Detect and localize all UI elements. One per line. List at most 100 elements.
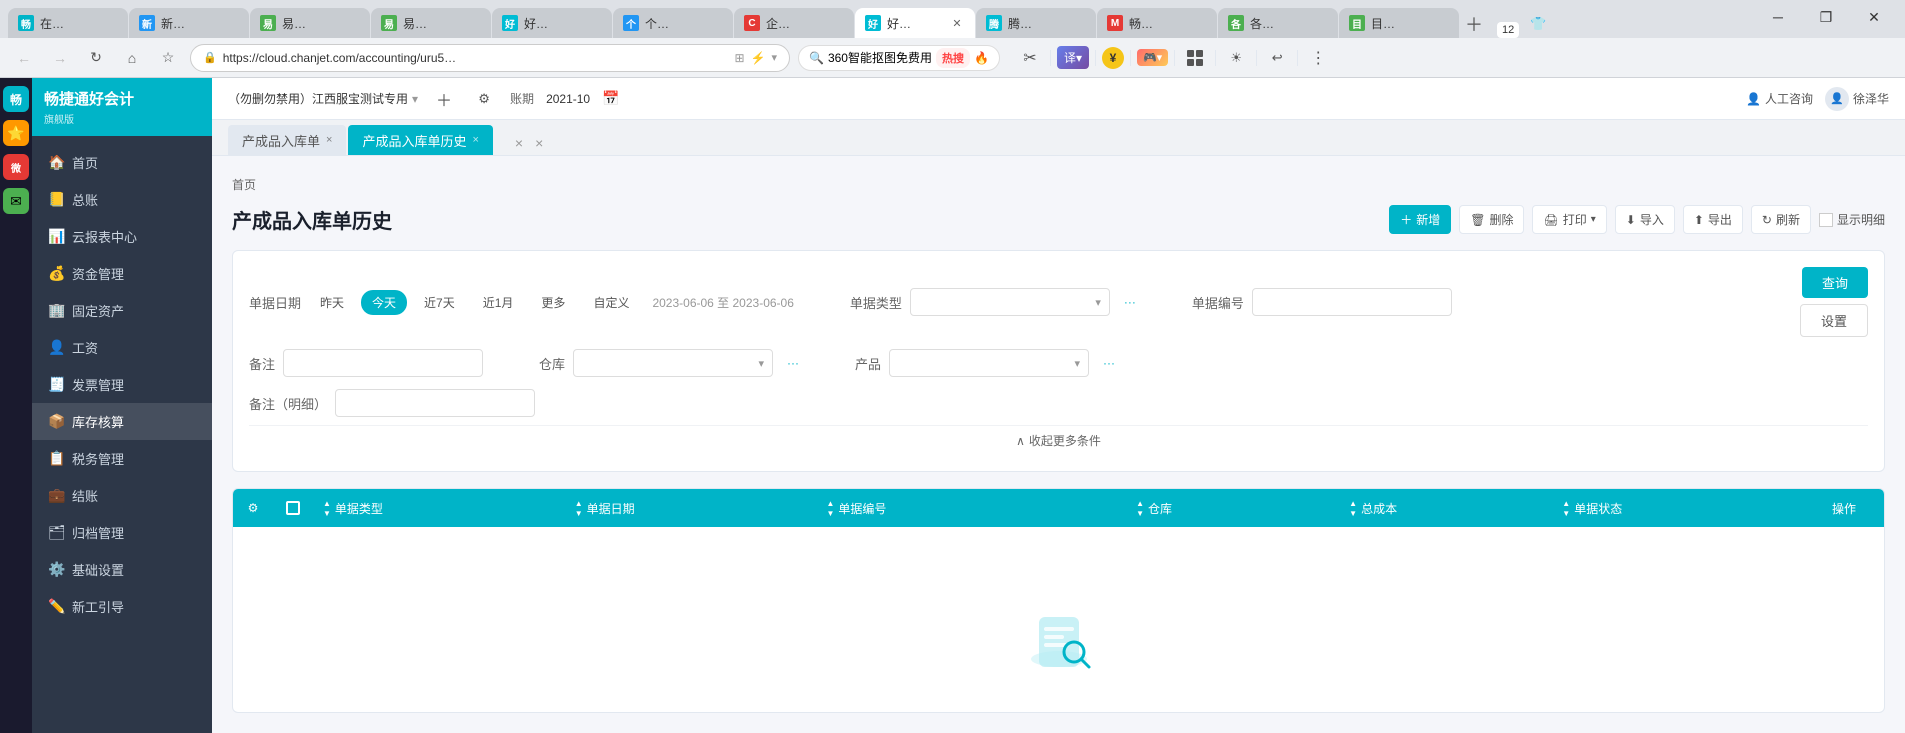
sidebar-item-reports[interactable]: 📊 云报表中心 — [32, 218, 212, 255]
sidebar-item-archive[interactable]: 🗂 归档管理 — [32, 514, 212, 551]
sidebar-item-payroll[interactable]: 👤 工资 — [32, 329, 212, 366]
date-btn-7days[interactable]: 近7天 — [413, 290, 466, 315]
translate-button[interactable]: 译▾ — [1057, 46, 1089, 69]
company-settings-button[interactable]: ⚙ — [470, 85, 498, 113]
maximize-button[interactable]: ❐ — [1803, 2, 1849, 32]
warehouse-select[interactable]: ▾ — [573, 349, 773, 377]
browser-tab-10[interactable]: M 畅… — [1097, 8, 1217, 38]
grid-apps-icon[interactable] — [1181, 44, 1209, 72]
panel-close-button[interactable]: × — [511, 131, 527, 155]
browser-tab-6[interactable]: 个 个… — [613, 8, 733, 38]
type-more-button[interactable]: ··· — [1124, 295, 1136, 309]
close-button[interactable]: ✕ — [1851, 2, 1897, 32]
page-tab-list[interactable]: 产成品入库单 × — [228, 125, 346, 155]
print-dropdown-arrow[interactable]: ▾ — [1591, 214, 1596, 225]
export-button[interactable]: ⬆ 导出 — [1683, 205, 1743, 234]
back-button[interactable]: ← — [10, 44, 38, 72]
forward-button[interactable]: → — [46, 44, 74, 72]
collapse-up-icon: ∧ — [1016, 434, 1025, 448]
th-number[interactable]: ▲▼ 单据编号 — [816, 499, 1126, 518]
browser-tab-11[interactable]: 各 各… — [1218, 8, 1338, 38]
notes-detail-input[interactable] — [335, 389, 535, 417]
product-select[interactable]: ▾ — [889, 349, 1089, 377]
sidebar-item-inventory[interactable]: 📦 库存核算 — [32, 403, 212, 440]
browser-tab-2[interactable]: 新 新… — [129, 8, 249, 38]
shirt-icon[interactable]: 👕 — [1524, 10, 1552, 38]
browser-tab-8[interactable]: 好 好… ✕ — [855, 8, 975, 38]
th-settings[interactable]: ⚙ — [233, 501, 273, 515]
browser-tab-7[interactable]: C 企… — [734, 8, 854, 38]
type-select[interactable]: ▾ — [910, 288, 1110, 316]
browser-search-box[interactable]: 🔍 360智能抠图免费用 热搜 🔥 — [798, 45, 1000, 71]
page-tab-history[interactable]: 产成品入库单历史 × — [348, 125, 492, 155]
more-options-icon[interactable]: ⋮ — [1304, 44, 1332, 72]
th-status[interactable]: ▲▼ 单据状态 — [1552, 499, 1804, 518]
add-button[interactable]: ＋ 新增 — [1389, 205, 1451, 234]
browser-tab-5[interactable]: 好 好… — [492, 8, 612, 38]
date-btn-1month[interactable]: 近1月 — [472, 290, 525, 315]
tab-close-8[interactable]: ✕ — [949, 15, 965, 31]
icon-sidebar-star[interactable]: ⭐ — [3, 120, 29, 146]
browser-tab-9[interactable]: 腾 腾… — [976, 8, 1096, 38]
page-tab-list-close[interactable]: × — [326, 134, 332, 146]
product-more-button[interactable]: ··· — [1103, 356, 1115, 370]
query-button[interactable]: 查询 — [1802, 267, 1868, 298]
notes-input[interactable] — [283, 349, 483, 377]
settings-button[interactable]: 设置 — [1800, 304, 1868, 337]
th-cost[interactable]: ▲▼ 总成本 — [1339, 499, 1552, 518]
minimize-button[interactable]: ─ — [1755, 2, 1801, 32]
sidebar-item-ledger[interactable]: 📒 总账 — [32, 181, 212, 218]
calendar-icon[interactable]: 📅 — [602, 90, 619, 107]
th-warehouse[interactable]: ▲▼ 仓库 — [1126, 499, 1339, 518]
warehouse-more-button[interactable]: ··· — [787, 356, 799, 370]
sun-icon[interactable]: ☀ — [1222, 44, 1250, 72]
browser-tab-4[interactable]: 易 易… — [371, 8, 491, 38]
import-button[interactable]: ⬇ 导入 — [1615, 205, 1675, 234]
sidebar-item-home[interactable]: 🏠 首页 — [32, 144, 212, 181]
browser-tab-1[interactable]: 畅 在… — [8, 8, 128, 38]
address-input[interactable]: 🔒 https://cloud.chanjet.com/accounting/u… — [190, 44, 790, 72]
number-input[interactable] — [1252, 288, 1452, 316]
date-btn-more[interactable]: 更多 — [530, 290, 576, 315]
date-btn-today[interactable]: 今天 — [361, 290, 407, 315]
address-chevron-icon[interactable]: ▾ — [771, 51, 777, 64]
icon-sidebar-weibo[interactable]: 微 — [3, 154, 29, 180]
sidebar-item-assets[interactable]: 🏢 固定资产 — [32, 292, 212, 329]
scissors-icon[interactable]: ✂ — [1016, 44, 1044, 72]
sidebar-item-funds[interactable]: 💰 资金管理 — [32, 255, 212, 292]
browser-tab-12[interactable]: 目 目… — [1339, 8, 1459, 38]
yuan-button[interactable]: ¥ — [1102, 47, 1124, 69]
icon-sidebar-mail[interactable]: ✉ — [3, 188, 29, 214]
date-btn-custom[interactable]: 自定义 — [582, 290, 640, 315]
bookmark-button[interactable]: ☆ — [154, 44, 182, 72]
print-button[interactable]: 🖨 打印 ▾ — [1532, 205, 1606, 234]
game-button[interactable]: 🎮▾ — [1137, 49, 1168, 66]
collapse-button[interactable]: ∧ 收起更多条件 — [249, 425, 1868, 455]
th-type[interactable]: ▲▼ 单据类型 — [313, 499, 565, 518]
refresh-action-button[interactable]: ↻ 刷新 — [1751, 205, 1811, 234]
refresh-button[interactable]: ↻ — [82, 44, 110, 72]
company-selector[interactable]: （勿删勿禁用）江西服宝测试专用 ▾ — [228, 90, 418, 107]
icon-sidebar-logo[interactable]: 畅 — [3, 86, 29, 112]
browser-tab-3[interactable]: 易 易… — [250, 8, 370, 38]
breadcrumb-home[interactable]: 首页 — [232, 176, 256, 193]
delete-button[interactable]: 🗑 删除 — [1459, 205, 1524, 234]
sidebar-item-tax[interactable]: 📋 税务管理 — [32, 440, 212, 477]
user-info[interactable]: 👤 徐泽华 — [1825, 87, 1889, 111]
date-btn-yesterday[interactable]: 昨天 — [309, 290, 355, 315]
sidebar-item-close-period[interactable]: 💼 结账 — [32, 477, 212, 514]
undo-icon[interactable]: ↩ — [1263, 44, 1291, 72]
new-tab-button[interactable]: ＋ — [1460, 10, 1488, 38]
panel-right-close-button[interactable]: × — [531, 131, 547, 155]
sidebar-item-settings[interactable]: ⚙️ 基础设置 — [32, 551, 212, 588]
home-nav-button[interactable]: ⌂ — [118, 44, 146, 72]
show-cols-toggle[interactable]: 显示明细 — [1819, 211, 1885, 228]
th-date[interactable]: ▲▼ 单据日期 — [565, 499, 817, 518]
th-check[interactable] — [273, 501, 313, 515]
sidebar-item-newentry[interactable]: ✏️ 新工引导 — [32, 588, 212, 625]
add-company-button[interactable]: ＋ — [430, 85, 458, 113]
show-cols-checkbox[interactable] — [1819, 213, 1833, 227]
page-tab-history-close[interactable]: × — [472, 134, 478, 146]
sidebar-item-invoice[interactable]: 🧾 发票管理 — [32, 366, 212, 403]
customer-service-button[interactable]: 👤 人工咨询 — [1746, 90, 1813, 107]
